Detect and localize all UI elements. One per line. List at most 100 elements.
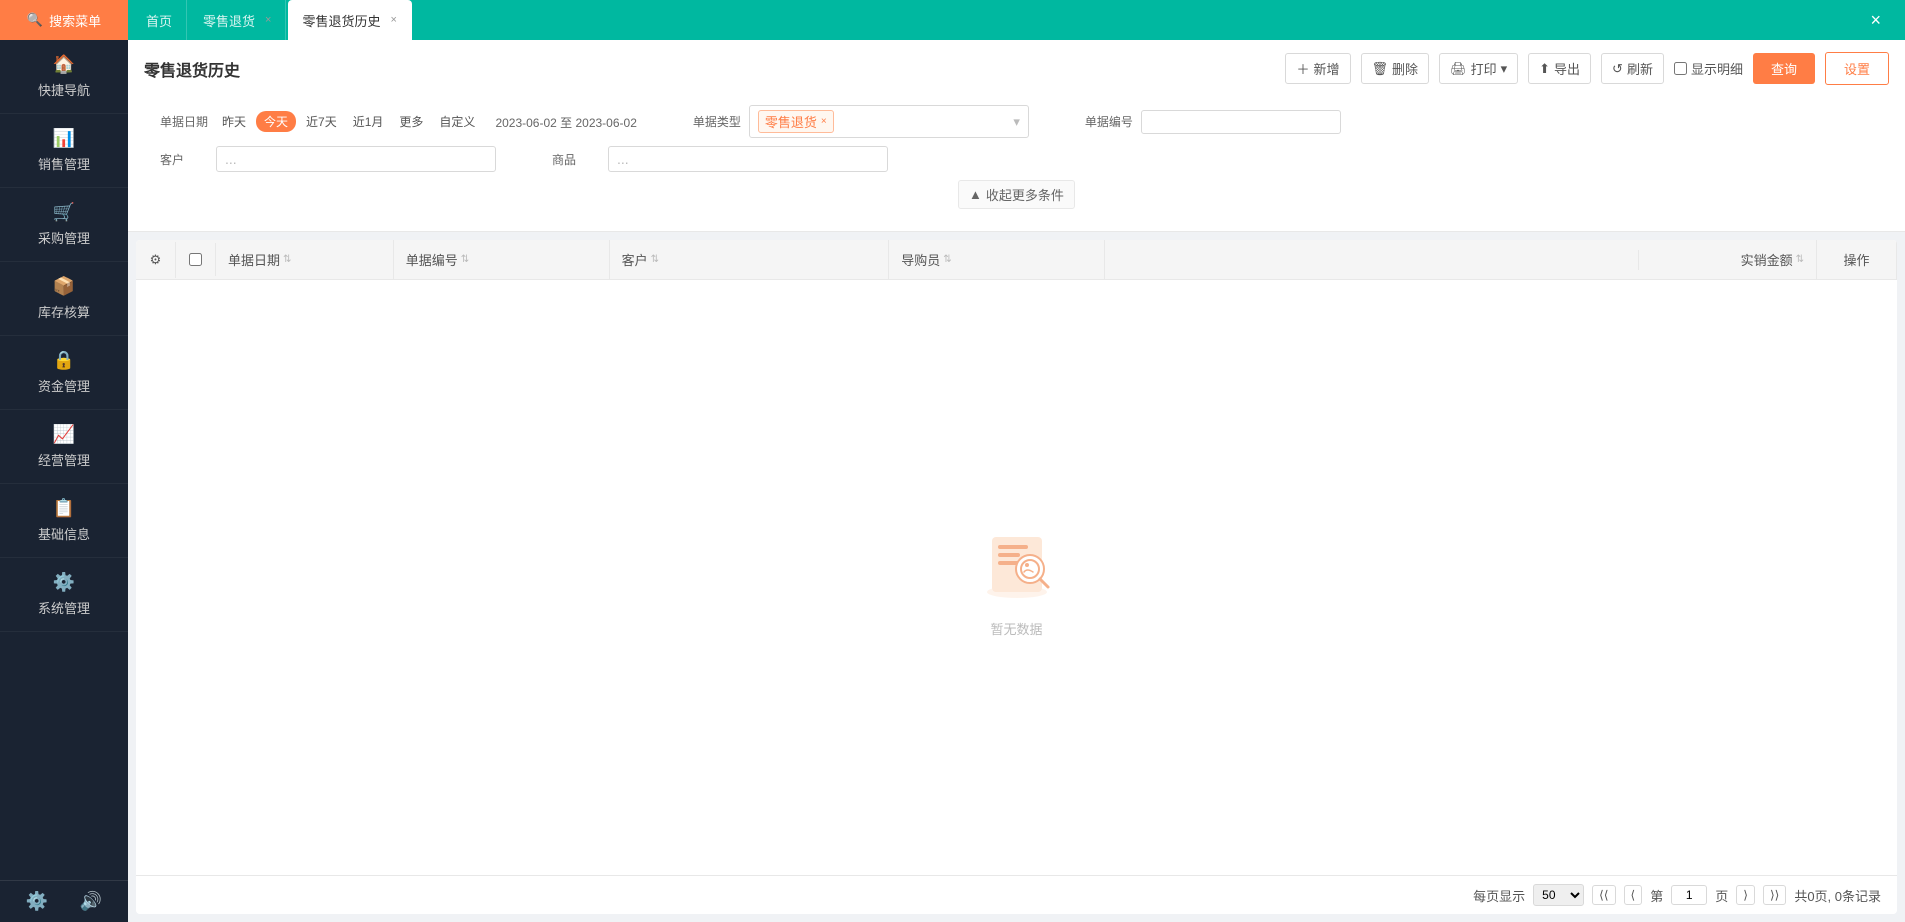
tab-home[interactable]: 首页 [132,0,187,40]
bill-type-tag-close[interactable]: × [821,116,827,127]
finance-icon: 🔒 [53,350,75,371]
th-customer[interactable]: 客户 ⇅ [610,240,890,279]
tab-retail-return-history-label: 零售退货历史 [302,11,380,30]
collapse-label: 收起更多条件 [986,185,1064,204]
window-close-button[interactable]: × [1862,10,1889,31]
sidebar: 🏠 快捷导航 📊 销售管理 🛒 采购管理 📦 库存核算 🔒 资金管理 📈 经营管… [0,40,128,922]
date-shortcut-more[interactable]: 更多 [393,111,429,132]
sidebar-item-basic-info[interactable]: 📋 基础信息 [0,484,128,558]
sidebar-item-operation-label: 经营管理 [38,450,90,469]
print-dropdown-icon: ▾ [1501,61,1508,77]
query-button[interactable]: 查询 [1753,53,1815,84]
customer-input[interactable]: ... [216,146,496,172]
top-bar: 🔍 搜索菜单 首页 零售退货 × 零售退货历史 × × [0,0,1905,40]
th-guide[interactable]: 导购员 ⇅ [889,240,1105,279]
search-icon: 🔍 [27,12,43,28]
export-button[interactable]: ⬆ 导出 [1528,53,1591,84]
billno-sort-icon: ⇅ [461,254,469,265]
bill-type-select[interactable]: 零售退货 × ▾ [749,105,1029,138]
purchase-icon: 🛒 [53,202,75,223]
page-label: 第 [1650,886,1663,905]
sidebar-item-finance[interactable]: 🔒 资金管理 [0,336,128,410]
th-billno[interactable]: 单据编号 ⇅ [394,240,610,279]
bill-type-tag-label: 零售退货 [765,112,817,131]
print-button[interactable]: 🖨 打印 ▾ [1439,53,1518,84]
show-detail-checkbox-label[interactable]: 显示明细 [1674,59,1743,78]
delete-button[interactable]: 🗑 删除 [1361,53,1430,84]
show-detail-label: 显示明细 [1691,59,1743,78]
tab-retail-return-history-close[interactable]: × [390,14,396,26]
sidebar-item-sales[interactable]: 📊 销售管理 [0,114,128,188]
first-page-button[interactable]: ⟨⟨ [1592,885,1615,905]
date-shortcut-today[interactable]: 今天 [256,111,296,132]
settings-icon: ⚙ [150,252,162,268]
operation-icon: 📈 [53,424,75,445]
tab-retail-return-close[interactable]: × [265,14,271,26]
th-checkbox[interactable] [176,243,216,276]
select-all-checkbox[interactable] [189,253,202,266]
bill-type-tags: 零售退货 × [758,110,834,133]
th-op: 操作 [1817,240,1897,279]
sidebar-item-inventory-label: 库存核算 [38,302,90,321]
sidebar-item-operation[interactable]: 📈 经营管理 [0,410,128,484]
bill-no-label: 单据编号 [1085,113,1135,130]
last-page-button[interactable]: ⟩⟩ [1763,885,1786,905]
tab-retail-return[interactable]: 零售退货 × [189,0,286,40]
date-sort-icon: ⇅ [283,254,291,265]
sidebar-item-system[interactable]: ⚙️ 系统管理 [0,558,128,632]
export-icon: ⬆ [1539,61,1550,77]
date-shortcut-1month[interactable]: 近1月 [347,111,390,132]
refresh-label: 刷新 [1627,59,1653,78]
export-label: 导出 [1554,59,1580,78]
refresh-button[interactable]: ↺ 刷新 [1601,53,1664,84]
date-filter-label: 单据日期 [160,113,210,130]
filter-row-1: 单据日期 昨天 今天 近7天 近1月 更多 自定义 2023-06-02 至 2… [160,105,1873,138]
sales-icon: 📊 [53,128,75,149]
th-date[interactable]: 单据日期 ⇅ [216,240,394,279]
settings-bottom-icon[interactable]: ⚙️ [26,891,48,912]
volume-icon[interactable]: 🔊 [80,891,102,912]
goods-input[interactable]: ... [608,146,888,172]
refresh-icon: ↺ [1612,61,1623,77]
print-icon: 🖨 [1450,61,1467,77]
new-button[interactable]: ＋ 新增 [1285,53,1350,84]
bill-type-tag: 零售退货 × [758,110,834,133]
date-shortcut-custom[interactable]: 自定义 [433,111,481,132]
tabs-area: 首页 零售退货 × 零售退货历史 × [128,0,1862,40]
delete-label: 删除 [1392,59,1418,78]
filter-row-2: 客户 ... 商品 ... [160,146,1873,172]
print-label: 打印 [1471,59,1497,78]
th-guide-label: 导购员 [901,250,940,269]
total-info: 共0页, 0条记录 [1794,886,1881,905]
set-button[interactable]: 设置 [1825,52,1889,85]
sidebar-item-inventory[interactable]: 📦 库存核算 [0,262,128,336]
date-shortcut-yesterday[interactable]: 昨天 [216,111,252,132]
sidebar-bottom: ⚙️ 🔊 [0,880,128,922]
goods-filter-item: 商品 ... [552,146,888,172]
tab-retail-return-history[interactable]: 零售退货历史 × [288,0,411,40]
date-shortcut-7days[interactable]: 近7天 [300,111,343,132]
tab-home-label: 首页 [146,11,172,30]
sidebar-item-system-label: 系统管理 [38,598,90,617]
empty-illustration [972,517,1062,607]
collapse-button[interactable]: ▲ 收起更多条件 [958,180,1075,209]
per-page-select[interactable]: 20 50 100 [1533,884,1584,906]
bill-type-dropdown-icon: ▾ [1013,114,1020,130]
sidebar-item-purchase[interactable]: 🛒 采购管理 [0,188,128,262]
sidebar-item-quick-nav[interactable]: 🏠 快捷导航 [0,40,128,114]
per-page-label: 每页显示 [1473,886,1525,905]
search-menu-button[interactable]: 🔍 搜索菜单 [0,0,128,40]
show-detail-checkbox[interactable] [1674,62,1687,75]
th-op-label: 操作 [1843,250,1869,269]
goods-label: 商品 [552,151,602,168]
date-range-value: 2023-06-02 至 2023-06-02 [495,116,636,130]
next-page-button[interactable]: ⟩ [1736,885,1755,905]
th-settings[interactable]: ⚙ [136,242,176,278]
th-amount[interactable]: 实销金额 ⇅ [1639,240,1817,279]
search-menu-label: 搜索菜单 [49,11,101,30]
bill-no-input[interactable] [1141,110,1341,134]
page-number-input[interactable] [1671,885,1707,905]
prev-page-button[interactable]: ⟨ [1624,885,1643,905]
sidebar-item-quick-nav-label: 快捷导航 [38,80,90,99]
sidebar-item-sales-label: 销售管理 [38,154,90,173]
